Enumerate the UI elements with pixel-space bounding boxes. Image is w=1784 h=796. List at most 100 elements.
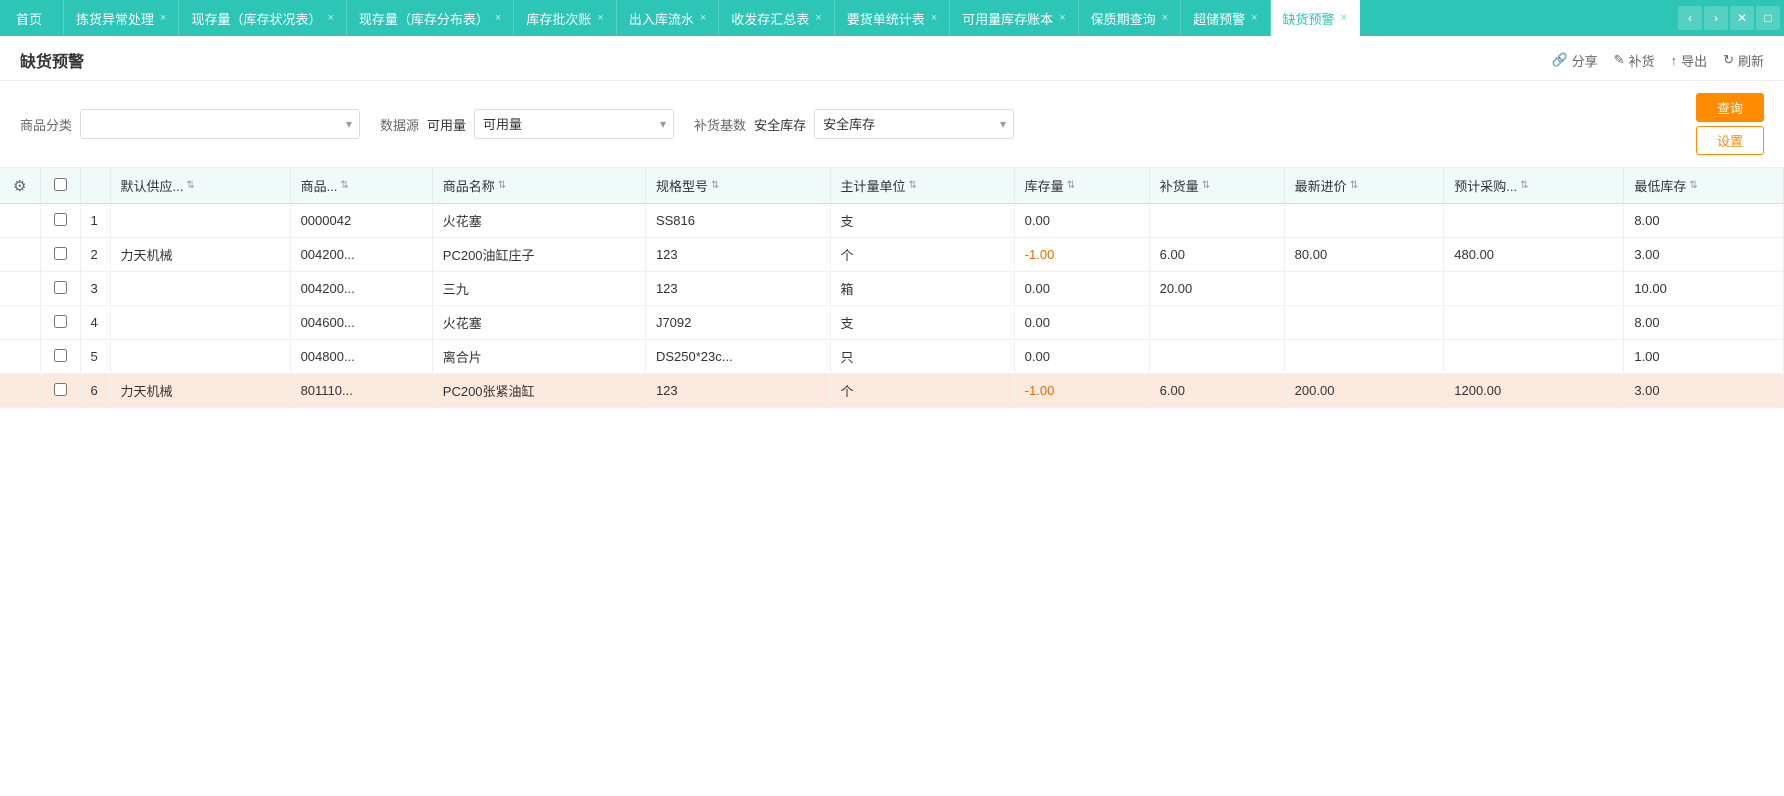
sort-unit-icon: ⇅ bbox=[909, 180, 917, 191]
row-checkbox-1[interactable] bbox=[54, 247, 67, 260]
tab-home[interactable]: 首页 bbox=[4, 0, 64, 36]
export-icon: ↑ bbox=[1671, 53, 1678, 68]
th-stock[interactable]: 库存量 ⇅ bbox=[1014, 168, 1149, 204]
th-product-name[interactable]: 商品名称 ⇅ bbox=[432, 168, 645, 204]
tab-close-bao-zhi[interactable]: × bbox=[1162, 12, 1168, 24]
tab-close-xian-cun-fen[interactable]: × bbox=[495, 12, 501, 24]
cell-stock-2: 0.00 bbox=[1014, 272, 1149, 306]
th-checkbox[interactable] bbox=[40, 168, 80, 204]
cell-gear-3 bbox=[0, 306, 40, 340]
cell-supplier-2 bbox=[110, 272, 290, 306]
cell-spec-5: 123 bbox=[645, 374, 830, 408]
settings-button[interactable]: 设置 bbox=[1696, 126, 1764, 155]
tab-maximize-button[interactable]: □ bbox=[1756, 6, 1780, 30]
th-latest-price[interactable]: 最新进价 ⇅ bbox=[1284, 168, 1444, 204]
cell-minstock-0: 8.00 bbox=[1624, 204, 1784, 238]
tab-close-yao-huo[interactable]: × bbox=[931, 12, 937, 24]
replenish-icon: ✎ bbox=[1614, 52, 1625, 68]
cell-checkbox-1[interactable] bbox=[40, 238, 80, 272]
tab-bao-zhi[interactable]: 保质期查询 × bbox=[1079, 0, 1181, 36]
tab-que-huo[interactable]: 缺货预警 × bbox=[1271, 0, 1360, 36]
header-actions: 🔗 分享 ✎ 补货 ↑ 导出 ↻ 刷新 bbox=[1551, 51, 1764, 70]
cell-rownum-2: 3 bbox=[80, 272, 110, 306]
cell-stock-5: -1.00 bbox=[1014, 374, 1149, 408]
cell-replenish-1: 6.00 bbox=[1149, 238, 1284, 272]
cell-name-3: 火花塞 bbox=[432, 306, 645, 340]
datasource-select-wrap: 可用量 bbox=[474, 109, 674, 139]
row-checkbox-0[interactable] bbox=[54, 213, 67, 226]
tab-pi-ci[interactable]: 库存批次账 × bbox=[514, 0, 616, 36]
tab-xian-cun-zhuang[interactable]: 现存量（库存状况表） × bbox=[179, 0, 346, 36]
tab-next-button[interactable]: › bbox=[1704, 6, 1728, 30]
tab-close-que-huo[interactable]: × bbox=[1341, 12, 1347, 24]
th-product-code[interactable]: 商品... ⇅ bbox=[290, 168, 432, 204]
tab-close-chu-ru[interactable]: × bbox=[700, 12, 706, 24]
row-checkbox-2[interactable] bbox=[54, 281, 67, 294]
sort-name-icon: ⇅ bbox=[498, 180, 506, 191]
tab-lian-huo[interactable]: 拣货异常处理 × bbox=[64, 0, 179, 36]
table-row[interactable]: 1 0000042 火花塞 SS816 支 0.00 8.00 bbox=[0, 204, 1784, 238]
th-replenish-qty[interactable]: 补货量 ⇅ bbox=[1149, 168, 1284, 204]
th-spec[interactable]: 规格型号 ⇅ bbox=[645, 168, 830, 204]
tab-close-all-button[interactable]: ✕ bbox=[1730, 6, 1754, 30]
gear-icon[interactable]: ⚙ bbox=[13, 178, 26, 195]
category-label: 商品分类 bbox=[20, 115, 72, 134]
table-row[interactable]: 3 004200... 三九 123 箱 0.00 20.00 10.00 bbox=[0, 272, 1784, 306]
tab-shou-fa[interactable]: 收发存汇总表 × bbox=[719, 0, 834, 36]
cell-replenish-2: 20.00 bbox=[1149, 272, 1284, 306]
page-header: 缺货预警 🔗 分享 ✎ 补货 ↑ 导出 ↻ 刷新 bbox=[0, 36, 1784, 81]
replenish-button[interactable]: ✎ 补货 bbox=[1614, 51, 1655, 70]
table-row[interactable]: 2 力天机械 004200... PC200油缸庄子 123 个 -1.00 6… bbox=[0, 238, 1784, 272]
datasource-select[interactable]: 可用量 bbox=[474, 109, 674, 139]
tab-prev-button[interactable]: ‹ bbox=[1678, 6, 1702, 30]
table-row[interactable]: 4 004600... 火花塞 J7092 支 0.00 8.00 bbox=[0, 306, 1784, 340]
sort-code-icon: ⇅ bbox=[340, 180, 348, 191]
refresh-button[interactable]: ↻ 刷新 bbox=[1723, 51, 1764, 70]
cell-replenish-0 bbox=[1149, 204, 1284, 238]
cell-code-5: 801110... bbox=[290, 374, 432, 408]
tab-close-chao-chu[interactable]: × bbox=[1251, 12, 1257, 24]
tab-ke-yong[interactable]: 可用量库存账本 × bbox=[950, 0, 1078, 36]
tab-close-xian-cun-zhuang[interactable]: × bbox=[327, 12, 333, 24]
th-default-supplier[interactable]: 默认供应... ⇅ bbox=[110, 168, 290, 204]
th-min-stock[interactable]: 最低库存 ⇅ bbox=[1624, 168, 1784, 204]
cell-supplier-0 bbox=[110, 204, 290, 238]
query-button[interactable]: 查询 bbox=[1696, 93, 1764, 122]
table-body: 1 0000042 火花塞 SS816 支 0.00 8.00 2 力天机械 0… bbox=[0, 204, 1784, 408]
tab-xian-cun-fen[interactable]: 现存量（库存分布表） × bbox=[347, 0, 514, 36]
tab-chao-chu[interactable]: 超储预警 × bbox=[1181, 0, 1270, 36]
tab-close-ke-yong[interactable]: × bbox=[1059, 12, 1065, 24]
cell-name-5: PC200张紧油缸 bbox=[432, 374, 645, 408]
tab-yao-huo[interactable]: 要货单统计表 × bbox=[835, 0, 950, 36]
cell-unit-1: 个 bbox=[830, 238, 1014, 272]
tab-close-pi-ci[interactable]: × bbox=[597, 12, 603, 24]
replenish-base-select[interactable]: 安全库存 bbox=[814, 109, 1014, 139]
cell-name-0: 火花塞 bbox=[432, 204, 645, 238]
th-unit[interactable]: 主计量单位 ⇅ bbox=[830, 168, 1014, 204]
category-select[interactable] bbox=[80, 109, 360, 139]
cell-checkbox-4[interactable] bbox=[40, 340, 80, 374]
select-all-checkbox[interactable] bbox=[54, 178, 67, 191]
th-gear[interactable]: ⚙ bbox=[0, 168, 40, 204]
row-checkbox-3[interactable] bbox=[54, 315, 67, 328]
cell-checkbox-2[interactable] bbox=[40, 272, 80, 306]
th-est-purchase[interactable]: 预计采购... ⇅ bbox=[1444, 168, 1624, 204]
cell-checkbox-0[interactable] bbox=[40, 204, 80, 238]
share-button[interactable]: 🔗 分享 bbox=[1551, 51, 1597, 70]
row-checkbox-5[interactable] bbox=[54, 383, 67, 396]
tab-chu-ru[interactable]: 出入库流水 × bbox=[617, 0, 719, 36]
cell-unit-0: 支 bbox=[830, 204, 1014, 238]
export-button[interactable]: ↑ 导出 bbox=[1671, 51, 1708, 70]
tab-close-lian-huo[interactable]: × bbox=[160, 12, 166, 24]
cell-minstock-3: 8.00 bbox=[1624, 306, 1784, 340]
cell-checkbox-3[interactable] bbox=[40, 306, 80, 340]
cell-rownum-5: 6 bbox=[80, 374, 110, 408]
cell-minstock-2: 10.00 bbox=[1624, 272, 1784, 306]
table-row[interactable]: 6 力天机械 801110... PC200张紧油缸 123 个 -1.00 6… bbox=[0, 374, 1784, 408]
cell-rownum-4: 5 bbox=[80, 340, 110, 374]
cell-checkbox-5[interactable] bbox=[40, 374, 80, 408]
table-row[interactable]: 5 004800... 离合片 DS250*23c... 只 0.00 1.00 bbox=[0, 340, 1784, 374]
cell-name-2: 三九 bbox=[432, 272, 645, 306]
row-checkbox-4[interactable] bbox=[54, 349, 67, 362]
tab-close-shou-fa[interactable]: × bbox=[815, 12, 821, 24]
